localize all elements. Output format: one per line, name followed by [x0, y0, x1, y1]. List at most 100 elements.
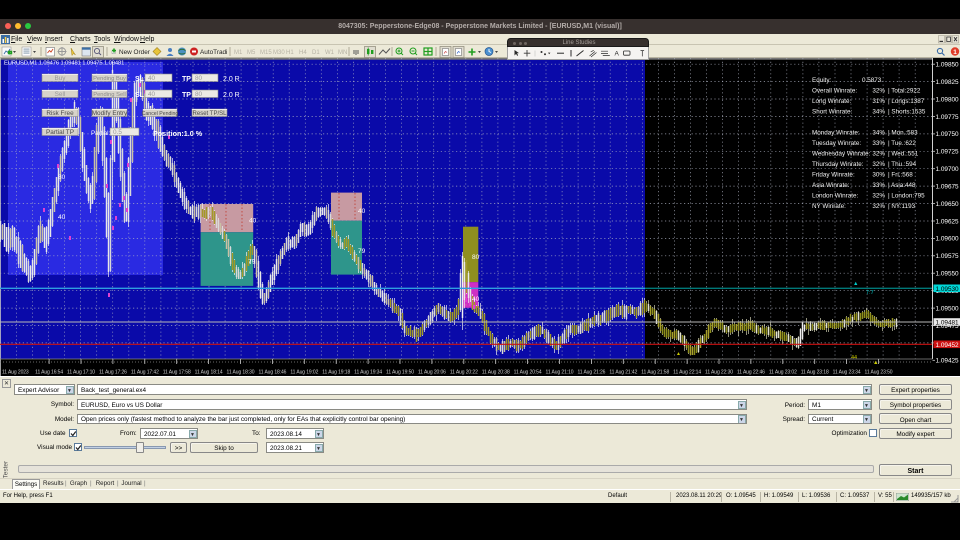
- svg-text:11 Aug 23:50: 11 Aug 23:50: [865, 370, 893, 376]
- svg-text:M1: M1: [234, 50, 243, 56]
- svg-text:11 Aug 17:58: 11 Aug 17:58: [163, 370, 191, 376]
- svg-text:Overall Winrate:: Overall Winrate:: [812, 88, 857, 95]
- svg-text:44: 44: [851, 355, 857, 361]
- svg-text:11 Aug 20:54: 11 Aug 20:54: [514, 370, 542, 376]
- svg-text:40: 40: [249, 218, 257, 225]
- svg-text:AutoTradi: AutoTradi: [200, 49, 227, 56]
- svg-text:Friday Winrate:: Friday Winrate:: [812, 172, 855, 179]
- svg-text:| NY:1193: | NY:1193: [888, 203, 916, 210]
- svg-text:Cancel Pending: Cancel Pending: [142, 111, 179, 117]
- svg-text:SL:: SL:: [135, 76, 146, 83]
- svg-text:32%: 32%: [872, 161, 885, 168]
- svg-text:| Longs:1387: | Longs:1387: [888, 98, 925, 105]
- svg-text:11 Aug 19:02: 11 Aug 19:02: [290, 370, 318, 376]
- svg-text:Sell: Sell: [55, 91, 66, 98]
- svg-text:40: 40: [148, 75, 156, 82]
- svg-text:London Winrate:: London Winrate:: [812, 193, 858, 200]
- svg-text:M15: M15: [260, 50, 272, 56]
- svg-text:1.09600: 1.09600: [936, 236, 960, 243]
- svg-text:A: A: [615, 51, 620, 58]
- svg-text:11 Aug 20:06: 11 Aug 20:06: [418, 370, 446, 376]
- svg-text:11 Aug 16:54: 11 Aug 16:54: [35, 370, 63, 376]
- svg-text:1.09825: 1.09825: [936, 79, 960, 86]
- svg-text:Pending Sell: Pending Sell: [93, 92, 126, 98]
- svg-text:11 Aug 21:58: 11 Aug 21:58: [641, 370, 669, 376]
- svg-text:1.09700: 1.09700: [936, 166, 960, 173]
- svg-text:M30: M30: [273, 50, 285, 56]
- svg-text:11 Aug 18:30: 11 Aug 18:30: [227, 370, 255, 376]
- svg-text:31%: 31%: [872, 98, 885, 105]
- svg-text:80: 80: [195, 75, 203, 82]
- svg-text:▲: ▲: [873, 360, 878, 366]
- svg-text:NY Winrate:: NY Winrate:: [812, 203, 846, 210]
- svg-text:H1: H1: [286, 50, 294, 56]
- svg-text:MN: MN: [338, 50, 347, 56]
- svg-text:1.09850: 1.09850: [936, 62, 960, 69]
- svg-text:11 Aug 18:14: 11 Aug 18:14: [195, 370, 223, 376]
- svg-text:H4: H4: [299, 50, 307, 56]
- svg-text:1.09775: 1.09775: [936, 114, 960, 121]
- svg-text:Short Winrate:: Short Winrate:: [812, 109, 852, 116]
- svg-text:30%: 30%: [872, 172, 885, 179]
- svg-text:1.09675: 1.09675: [936, 183, 960, 190]
- svg-text:11 Aug 17:26: 11 Aug 17:26: [99, 370, 127, 376]
- svg-text:New Order: New Order: [119, 49, 151, 56]
- svg-text:| Tue.:622: | Tue.:622: [888, 140, 916, 147]
- svg-text:32%: 32%: [872, 203, 885, 210]
- svg-text:Asia Winrate:: Asia Winrate:: [812, 182, 850, 189]
- svg-text:80: 80: [195, 91, 203, 98]
- svg-text:11 Aug 21:42: 11 Aug 21:42: [609, 370, 637, 376]
- svg-text:1.09425: 1.09425: [936, 358, 960, 365]
- svg-text:| Shorts:1535: | Shorts:1535: [888, 109, 926, 116]
- svg-text:W1: W1: [325, 50, 335, 56]
- svg-text:1.09800: 1.09800: [936, 96, 960, 103]
- svg-text:Equity:: Equity:: [812, 77, 832, 84]
- svg-text:11 Aug 19:50: 11 Aug 19:50: [386, 370, 414, 376]
- svg-text:| Thu.:594: | Thu.:594: [888, 161, 917, 168]
- svg-text:34%: 34%: [872, 109, 885, 116]
- svg-text:Buy: Buy: [54, 75, 66, 82]
- svg-text:11 Aug 23:02: 11 Aug 23:02: [769, 370, 797, 376]
- svg-text:1.09550: 1.09550: [936, 271, 960, 278]
- svg-text:40: 40: [58, 214, 66, 221]
- svg-text:Risk Free: Risk Free: [46, 110, 74, 117]
- svg-text:1.09500: 1.09500: [936, 305, 960, 312]
- svg-text:1.09530: 1.09530: [936, 286, 960, 293]
- svg-text:Monday Winrate:: Monday Winrate:: [812, 130, 860, 137]
- svg-text:1.09452: 1.09452: [936, 342, 960, 349]
- svg-text:11 Aug 23:34: 11 Aug 23:34: [833, 370, 861, 376]
- svg-text:1.09725: 1.09725: [936, 149, 960, 156]
- svg-text:11 Aug 22:46: 11 Aug 22:46: [737, 370, 765, 376]
- svg-text:40: 40: [358, 208, 366, 215]
- svg-text:▲: ▲: [853, 281, 858, 287]
- svg-text:11 Aug 21:26: 11 Aug 21:26: [577, 370, 605, 376]
- svg-text:79: 79: [358, 248, 366, 255]
- svg-text:11 Aug 2023: 11 Aug 2023: [2, 370, 29, 376]
- svg-text:Partial TP: Partial TP: [46, 129, 74, 136]
- svg-text:79: 79: [248, 259, 256, 266]
- svg-text:32%: 32%: [872, 88, 885, 95]
- svg-text:SL:: SL:: [135, 92, 146, 99]
- svg-text:Pending Buy: Pending Buy: [93, 76, 126, 82]
- svg-text:32%: 32%: [872, 151, 885, 158]
- svg-text:11 Aug 22:14: 11 Aug 22:14: [673, 370, 701, 376]
- svg-text:1: 1: [953, 49, 957, 56]
- svg-text:11 Aug 22:30: 11 Aug 22:30: [705, 370, 733, 376]
- svg-text:1.09625: 1.09625: [936, 218, 960, 225]
- svg-text:Partial:: Partial:: [91, 130, 111, 137]
- svg-text:D1: D1: [312, 50, 320, 56]
- svg-text:Tuesday Winrate:: Tuesday Winrate:: [812, 140, 861, 147]
- svg-text:| Total:2922: | Total:2922: [888, 88, 921, 95]
- svg-text:1.09750: 1.09750: [936, 131, 960, 138]
- svg-text:34%: 34%: [872, 130, 885, 137]
- svg-text:EURUSD,M1 1.09476 1.09481 1.0: EURUSD,M1 1.09476 1.09481 1.09475 1.0948…: [4, 61, 124, 67]
- svg-text:11 Aug 19:34: 11 Aug 19:34: [354, 370, 382, 376]
- svg-text:33%: 33%: [872, 182, 885, 189]
- svg-text:2.0 R: 2.0 R: [223, 92, 240, 99]
- svg-text:11 Aug 20:22: 11 Aug 20:22: [450, 370, 478, 376]
- svg-text:80: 80: [58, 174, 66, 181]
- svg-text:2.0 R: 2.0 R: [223, 76, 240, 83]
- svg-text:| London:795: | London:795: [888, 193, 925, 200]
- svg-text:0.5873: 0.5873: [862, 77, 882, 84]
- svg-text:Modify Entry: Modify Entry: [92, 110, 128, 117]
